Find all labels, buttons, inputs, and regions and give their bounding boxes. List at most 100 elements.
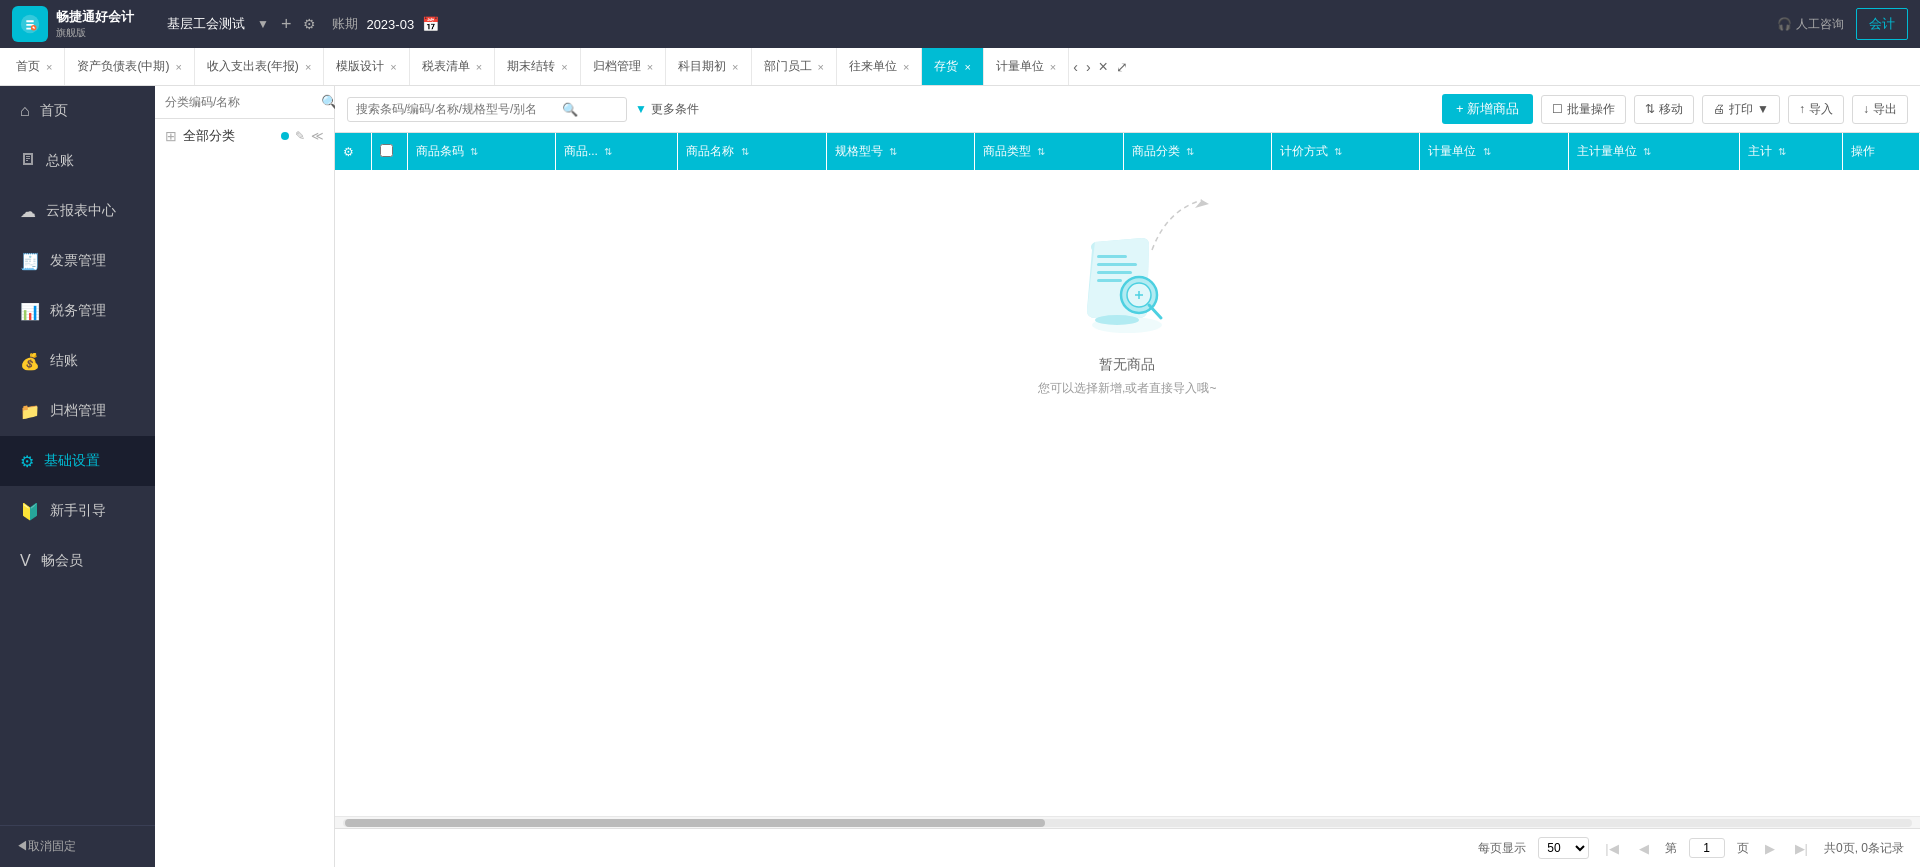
th-barcode[interactable]: 商品条码 ⇅ — [407, 133, 555, 170]
tab-income-close[interactable]: × — [305, 61, 311, 73]
th-action: 操作 — [1843, 133, 1920, 170]
tab-next-btn[interactable]: › — [1082, 59, 1095, 75]
sidebar-item-home[interactable]: ⌂ 首页 — [0, 86, 155, 136]
sidebar-item-guide[interactable]: 🔰 新手引导 — [0, 486, 155, 536]
toolbar: 🔍 ▼ 更多条件 + 新增商品 ☐ 批量操作 ⇅ — [335, 86, 1920, 133]
tab-counterpart-close[interactable]: × — [903, 61, 909, 73]
import-label: 导入 — [1809, 101, 1833, 118]
category-dot-badge — [281, 132, 289, 140]
tab-subject[interactable]: 科目期初 × — [666, 48, 751, 86]
th-code[interactable]: 商品... ⇅ — [555, 133, 677, 170]
prev-page-btn[interactable]: ◀ — [1635, 839, 1653, 858]
sidebar-item-cloud[interactable]: ☁ 云报表中心 — [0, 186, 155, 236]
select-all-checkbox[interactable] — [380, 144, 393, 157]
th-unit[interactable]: 计量单位 ⇅ — [1420, 133, 1568, 170]
calendar-icon[interactable]: 📅 — [422, 16, 439, 32]
page-size-select[interactable]: 50 10 20 100 — [1538, 837, 1589, 859]
inner-layout: 🔍 ⊞ 全部分类 ✎ ≪ 🔍 — [155, 86, 1920, 867]
unpin-btn[interactable]: ◀取消固定 — [16, 838, 76, 855]
table-footer: 每页显示 50 10 20 100 |◀ ◀ 第 页 ▶ ▶| 共0页, 0条记… — [335, 828, 1920, 867]
page-number-input[interactable] — [1689, 838, 1725, 858]
settings-gear-btn[interactable]: ⚙ — [303, 16, 316, 32]
th-name[interactable]: 商品名称 ⇅ — [678, 133, 826, 170]
th-spec-label: 规格型号 — [835, 144, 883, 158]
ledger-icon — [20, 151, 36, 171]
tab-template-close[interactable]: × — [390, 61, 396, 73]
tab-dept-close[interactable]: × — [818, 61, 824, 73]
svg-rect-7 — [1097, 279, 1122, 282]
scroll-track — [343, 819, 1912, 827]
search-bar: 🔍 — [347, 97, 627, 122]
account-btn[interactable]: 会计 — [1856, 8, 1908, 40]
tab-dept[interactable]: 部门员工 × — [752, 48, 837, 86]
tab-subject-close[interactable]: × — [732, 61, 738, 73]
tab-home[interactable]: 首页 × — [4, 48, 65, 86]
tab-income[interactable]: 收入支出表(年报) × — [195, 48, 324, 86]
tab-inventory-close[interactable]: × — [964, 61, 970, 73]
th-category[interactable]: 商品分类 ⇅ — [1123, 133, 1271, 170]
th-setting[interactable]: ⚙ — [335, 133, 371, 170]
th-spec[interactable]: 规格型号 ⇅ — [826, 133, 974, 170]
sidebar-item-ledger[interactable]: 总账 — [0, 136, 155, 186]
th-main-unit[interactable]: 主计量单位 ⇅ — [1568, 133, 1739, 170]
add-product-btn[interactable]: + 新增商品 — [1442, 94, 1533, 124]
tab-inventory[interactable]: 存货 × — [922, 48, 983, 86]
tab-expand-btn[interactable]: ⤢ — [1112, 59, 1132, 75]
move-btn[interactable]: ⇅ 移动 — [1634, 95, 1694, 124]
tab-unit[interactable]: 计量单位 × — [984, 48, 1069, 86]
sidebar-item-member[interactable]: V 畅会员 — [0, 536, 155, 586]
th-unit-label: 计量单位 — [1428, 144, 1476, 158]
sidebar-label-guide: 新手引导 — [50, 502, 106, 520]
tab-prev-btn[interactable]: ‹ — [1069, 59, 1082, 75]
tab-balance-sheet[interactable]: 资产负债表(中期) × — [65, 48, 194, 86]
export-label: 导出 — [1873, 101, 1897, 118]
batch-action-btn[interactable]: ☐ 批量操作 — [1541, 95, 1626, 124]
sidebar-item-archive[interactable]: 📁 归档管理 — [0, 386, 155, 436]
batch-icon: ☐ — [1552, 102, 1563, 116]
horizontal-scroll-area[interactable] — [335, 816, 1920, 828]
category-search-input[interactable] — [165, 95, 315, 109]
sidebar-item-settings[interactable]: ⚙ 基础设置 — [0, 436, 155, 486]
empty-state: 暂无商品 您可以选择新增,或者直接导入哦~ — [335, 170, 1920, 457]
filter-btn[interactable]: ▼ 更多条件 — [635, 101, 699, 118]
category-all-item[interactable]: ⊞ 全部分类 ✎ ≪ — [155, 119, 334, 153]
first-page-btn[interactable]: |◀ — [1601, 839, 1622, 858]
empty-icon — [1067, 230, 1187, 340]
tab-archive-close[interactable]: × — [647, 61, 653, 73]
company-dropdown-btn[interactable]: ▼ — [257, 17, 269, 31]
content-area: 🔍 ⊞ 全部分类 ✎ ≪ 🔍 — [155, 86, 1920, 867]
th-type[interactable]: 商品类型 ⇅ — [975, 133, 1123, 170]
th-checkbox[interactable] — [371, 133, 407, 170]
tab-tax[interactable]: 税表清单 × — [410, 48, 495, 86]
tab-archive[interactable]: 归档管理 × — [581, 48, 666, 86]
search-input[interactable] — [356, 102, 556, 116]
last-page-btn[interactable]: ▶| — [1791, 839, 1812, 858]
th-price-method[interactable]: 计价方式 ⇅ — [1271, 133, 1419, 170]
tab-template[interactable]: 模版设计 × — [324, 48, 409, 86]
sidebar-label-home: 首页 — [40, 102, 68, 120]
tab-tax-close[interactable]: × — [476, 61, 482, 73]
tab-close-all-btn[interactable]: × — [1095, 58, 1112, 76]
category-collapse-icon[interactable]: ≪ — [311, 129, 324, 143]
tab-period[interactable]: 期末结转 × — [495, 48, 580, 86]
sidebar-item-settle[interactable]: 💰 结账 — [0, 336, 155, 386]
tab-counterpart[interactable]: 往来单位 × — [837, 48, 922, 86]
add-company-btn[interactable]: + — [277, 14, 296, 35]
import-btn[interactable]: ↑ 导入 — [1788, 95, 1844, 124]
tab-home-close[interactable]: × — [46, 61, 52, 73]
print-btn[interactable]: 🖨 打印 ▼ — [1702, 95, 1780, 124]
service-btn[interactable]: 🎧 人工咨询 — [1777, 16, 1844, 33]
sidebar-item-tax[interactable]: 📊 税务管理 — [0, 286, 155, 336]
sidebar-label-tax: 税务管理 — [50, 302, 106, 320]
th-main-num-label: 主计 — [1748, 144, 1772, 158]
tab-balance-close[interactable]: × — [175, 61, 181, 73]
category-edit-icon[interactable]: ✎ — [295, 129, 305, 143]
export-btn[interactable]: ↓ 导出 — [1852, 95, 1908, 124]
tab-period-close[interactable]: × — [561, 61, 567, 73]
tab-subject-label: 科目期初 — [678, 58, 726, 75]
search-icon[interactable]: 🔍 — [562, 102, 578, 117]
th-main-num[interactable]: 主计 ⇅ — [1739, 133, 1843, 170]
sidebar-item-invoice[interactable]: 🧾 发票管理 — [0, 236, 155, 286]
tab-unit-close[interactable]: × — [1050, 61, 1056, 73]
next-page-btn[interactable]: ▶ — [1761, 839, 1779, 858]
